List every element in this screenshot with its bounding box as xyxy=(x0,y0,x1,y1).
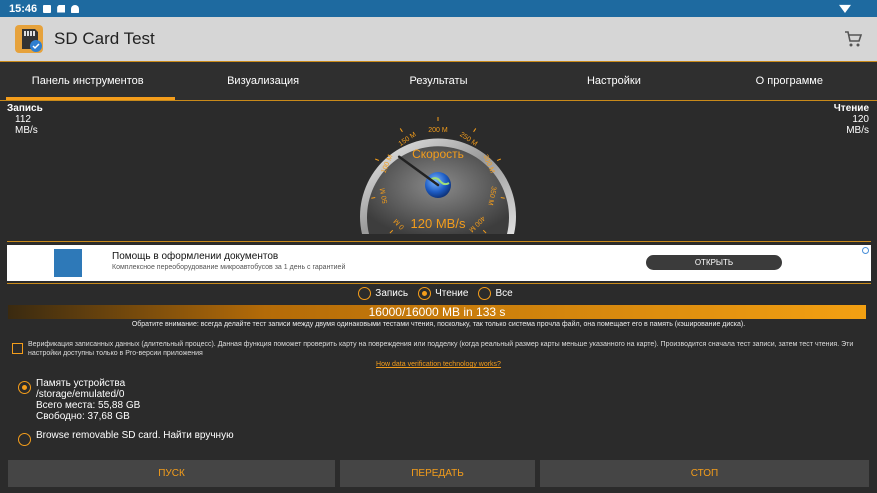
ad-banner[interactable]: Помощь в оформлении документов Комплексн… xyxy=(7,245,871,281)
gauge-tick-mark xyxy=(399,128,403,133)
divider xyxy=(7,241,871,242)
gauge-title: Скорость xyxy=(412,147,464,161)
action-bar: ПУСК ПЕРЕДАТЬ СТОП xyxy=(8,460,869,487)
status-time: 15:46 xyxy=(9,2,38,15)
mode-all-radio[interactable] xyxy=(478,287,492,300)
verification-checkbox[interactable] xyxy=(12,343,23,354)
wifi-icon xyxy=(839,4,851,13)
storage-selector: Память устройства /storage/emulated/0 Вс… xyxy=(18,378,234,446)
gauge-tick-label: 200 M xyxy=(428,127,448,134)
app-logo-icon xyxy=(14,24,44,54)
read-label: Чтение xyxy=(833,103,869,114)
verification-help-link[interactable]: How data verification technology works? xyxy=(0,361,877,368)
browse-sd-radio[interactable] xyxy=(18,433,31,446)
browse-sd-label: Browse removable SD card. Найти вручную xyxy=(36,430,234,441)
tab-label: Панель инструментов xyxy=(31,75,144,87)
app-title: SD Card Test xyxy=(54,29,155,48)
android-icon xyxy=(71,4,80,13)
gauge-tick-mark xyxy=(374,158,380,161)
shopping-cart-icon[interactable] xyxy=(843,29,863,49)
sd-card-icon xyxy=(57,4,66,13)
read-unit: MB/s xyxy=(846,125,869,136)
tab-label: О программе xyxy=(755,75,823,87)
device-storage-label: Память устройства xyxy=(36,378,126,389)
read-speed: Чтение 120 MB/s xyxy=(834,103,869,136)
ad-logo-icon xyxy=(54,249,82,277)
verification-option: Верификация записанных данных (длительны… xyxy=(12,340,867,358)
write-unit: MB/s xyxy=(15,125,38,136)
progress-bar: 16000/16000 MB in 133 s xyxy=(8,305,866,319)
progress-text: 16000/16000 MB in 133 s xyxy=(368,305,506,319)
tab-about[interactable]: О программе xyxy=(702,62,877,100)
device-storage-path: /storage/emulated/0 xyxy=(36,389,125,400)
ad-info-icon[interactable] xyxy=(862,247,869,254)
divider xyxy=(7,283,871,284)
gauge-tick-mark xyxy=(496,158,502,161)
device-storage-total: Всего места: 55,88 GB xyxy=(36,400,141,411)
verification-text: Верификация записанных данных (длительны… xyxy=(28,341,854,357)
ad-title: Помощь в оформлении документов xyxy=(112,251,279,262)
write-label: Запись xyxy=(7,103,43,114)
tab-dashboard[interactable]: Панель инструментов xyxy=(0,62,176,100)
start-button[interactable]: ПУСК xyxy=(8,460,335,487)
tab-label: Настройки xyxy=(586,75,641,87)
mode-write-radio[interactable] xyxy=(358,287,372,300)
send-button[interactable]: ПЕРЕДАТЬ xyxy=(340,460,535,487)
status-bar: 15:46 xyxy=(0,0,877,17)
mode-read-label: Чтение xyxy=(435,288,469,299)
write-value: 112 xyxy=(15,114,31,125)
test-mode-selector: Запись Чтение Все xyxy=(0,287,877,300)
tab-label: Визуализация xyxy=(227,75,300,87)
browse-sd-option[interactable]: Browse removable SD card. Найти вручную xyxy=(18,430,234,446)
tab-visualization[interactable]: Визуализация xyxy=(175,62,350,100)
mode-write-label: Запись xyxy=(375,288,409,299)
notification-a-icon xyxy=(43,4,52,13)
device-storage-free: Свободно: 37,68 GB xyxy=(36,411,130,422)
gauge-tick-mark xyxy=(473,128,477,133)
ad-open-button[interactable]: ОТКРЫТЬ xyxy=(646,255,782,270)
tab-bar: Панель инструментов Визуализация Результ… xyxy=(0,61,877,101)
write-speed: Запись 112 MB/s xyxy=(7,103,43,136)
speed-gauge: 0 M50 M100 M150 M200 M250 M300 M350 M400… xyxy=(360,117,516,234)
stop-button[interactable]: СТОП xyxy=(540,460,869,487)
ad-subtitle: Комплексное переоборудование микроавтобу… xyxy=(112,264,346,271)
mode-all-label: Все xyxy=(495,288,513,299)
cache-notice: Обратите внимание: всегда делайте тест з… xyxy=(131,321,746,328)
mode-read-radio[interactable] xyxy=(418,287,432,300)
device-storage-radio[interactable] xyxy=(18,381,31,394)
read-value: 120 xyxy=(852,114,869,125)
app-bar: SD Card Test xyxy=(0,17,877,61)
gauge-readout: 120 MB/s xyxy=(411,216,466,231)
device-storage-option[interactable]: Память устройства /storage/emulated/0 Вс… xyxy=(18,378,234,422)
tab-settings[interactable]: Настройки xyxy=(526,62,701,100)
tab-results[interactable]: Результаты xyxy=(351,62,526,100)
tab-label: Результаты xyxy=(409,75,468,87)
